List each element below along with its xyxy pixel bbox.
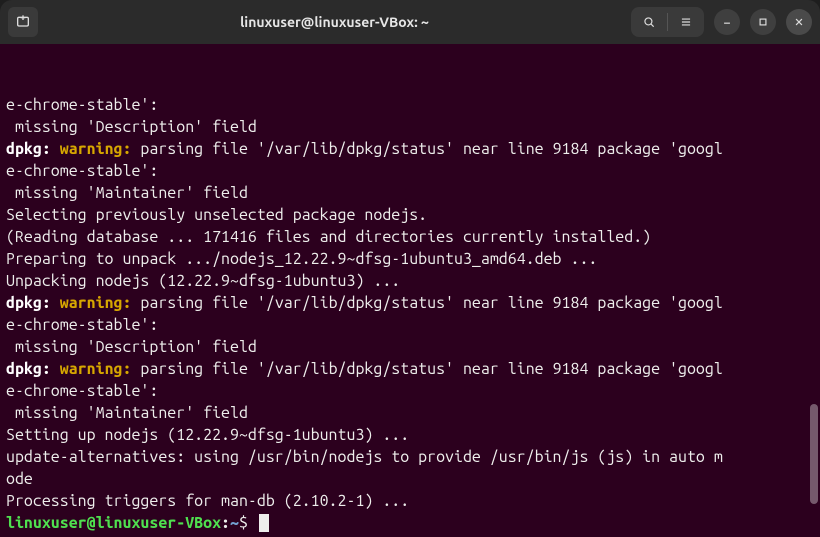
terminal-line: e-chrome-stable': xyxy=(6,94,814,116)
search-icon xyxy=(642,15,656,29)
hamburger-icon xyxy=(679,15,693,29)
terminal-line: update-alternatives: using /usr/bin/node… xyxy=(6,446,814,468)
minimize-button[interactable] xyxy=(714,9,740,35)
prompt-dollar: $ xyxy=(239,514,257,532)
terminal-output: e-chrome-stable': missing 'Description' … xyxy=(6,94,814,512)
terminal-line: missing 'Maintainer' field xyxy=(6,402,814,424)
terminal-line: ode xyxy=(6,468,814,490)
maximize-icon xyxy=(756,15,770,29)
prompt-path: ~ xyxy=(230,514,239,532)
new-tab-button[interactable] xyxy=(8,7,38,37)
titlebar-tool-group xyxy=(631,7,704,37)
menu-button[interactable] xyxy=(668,7,704,37)
window-title: linuxuser@linuxuser-VBox: ~ xyxy=(44,14,625,30)
terminal-line: e-chrome-stable': xyxy=(6,160,814,182)
maximize-button[interactable] xyxy=(750,9,776,35)
terminal-line: e-chrome-stable': xyxy=(6,380,814,402)
titlebar: linuxuser@linuxuser-VBox: ~ xyxy=(0,0,820,44)
scrollbar-thumb[interactable] xyxy=(810,404,818,504)
terminal-line: e-chrome-stable': xyxy=(6,314,814,336)
close-button[interactable] xyxy=(786,9,812,35)
terminal-line: missing 'Description' field xyxy=(6,336,814,358)
terminal-line: Selecting previously unselected package … xyxy=(6,204,814,226)
cursor xyxy=(259,514,269,532)
minimize-icon xyxy=(720,15,734,29)
terminal-line: missing 'Maintainer' field xyxy=(6,182,814,204)
terminal-viewport[interactable]: e-chrome-stable': missing 'Description' … xyxy=(0,44,820,537)
terminal-line: Setting up nodejs (12.22.9~dfsg-1ubuntu3… xyxy=(6,424,814,446)
terminal-line: dpkg: warning: parsing file '/var/lib/dp… xyxy=(6,292,814,314)
terminal-line: Preparing to unpack .../nodejs_12.22.9~d… xyxy=(6,248,814,270)
titlebar-left xyxy=(8,7,38,37)
prompt-user-host: linuxuser@linuxuser-VBox xyxy=(6,514,221,532)
terminal-line: dpkg: warning: parsing file '/var/lib/dp… xyxy=(6,358,814,380)
prompt-colon: : xyxy=(221,514,230,532)
terminal-line: Unpacking nodejs (12.22.9~dfsg-1ubuntu3)… xyxy=(6,270,814,292)
terminal-line: (Reading database ... 171416 files and d… xyxy=(6,226,814,248)
search-button[interactable] xyxy=(631,7,667,37)
close-icon xyxy=(792,15,806,29)
new-tab-icon xyxy=(15,14,31,30)
terminal-line: missing 'Description' field xyxy=(6,116,814,138)
terminal-line: dpkg: warning: parsing file '/var/lib/dp… xyxy=(6,138,814,160)
terminal-line: Processing triggers for man-db (2.10.2-1… xyxy=(6,490,814,512)
titlebar-right xyxy=(631,7,812,37)
